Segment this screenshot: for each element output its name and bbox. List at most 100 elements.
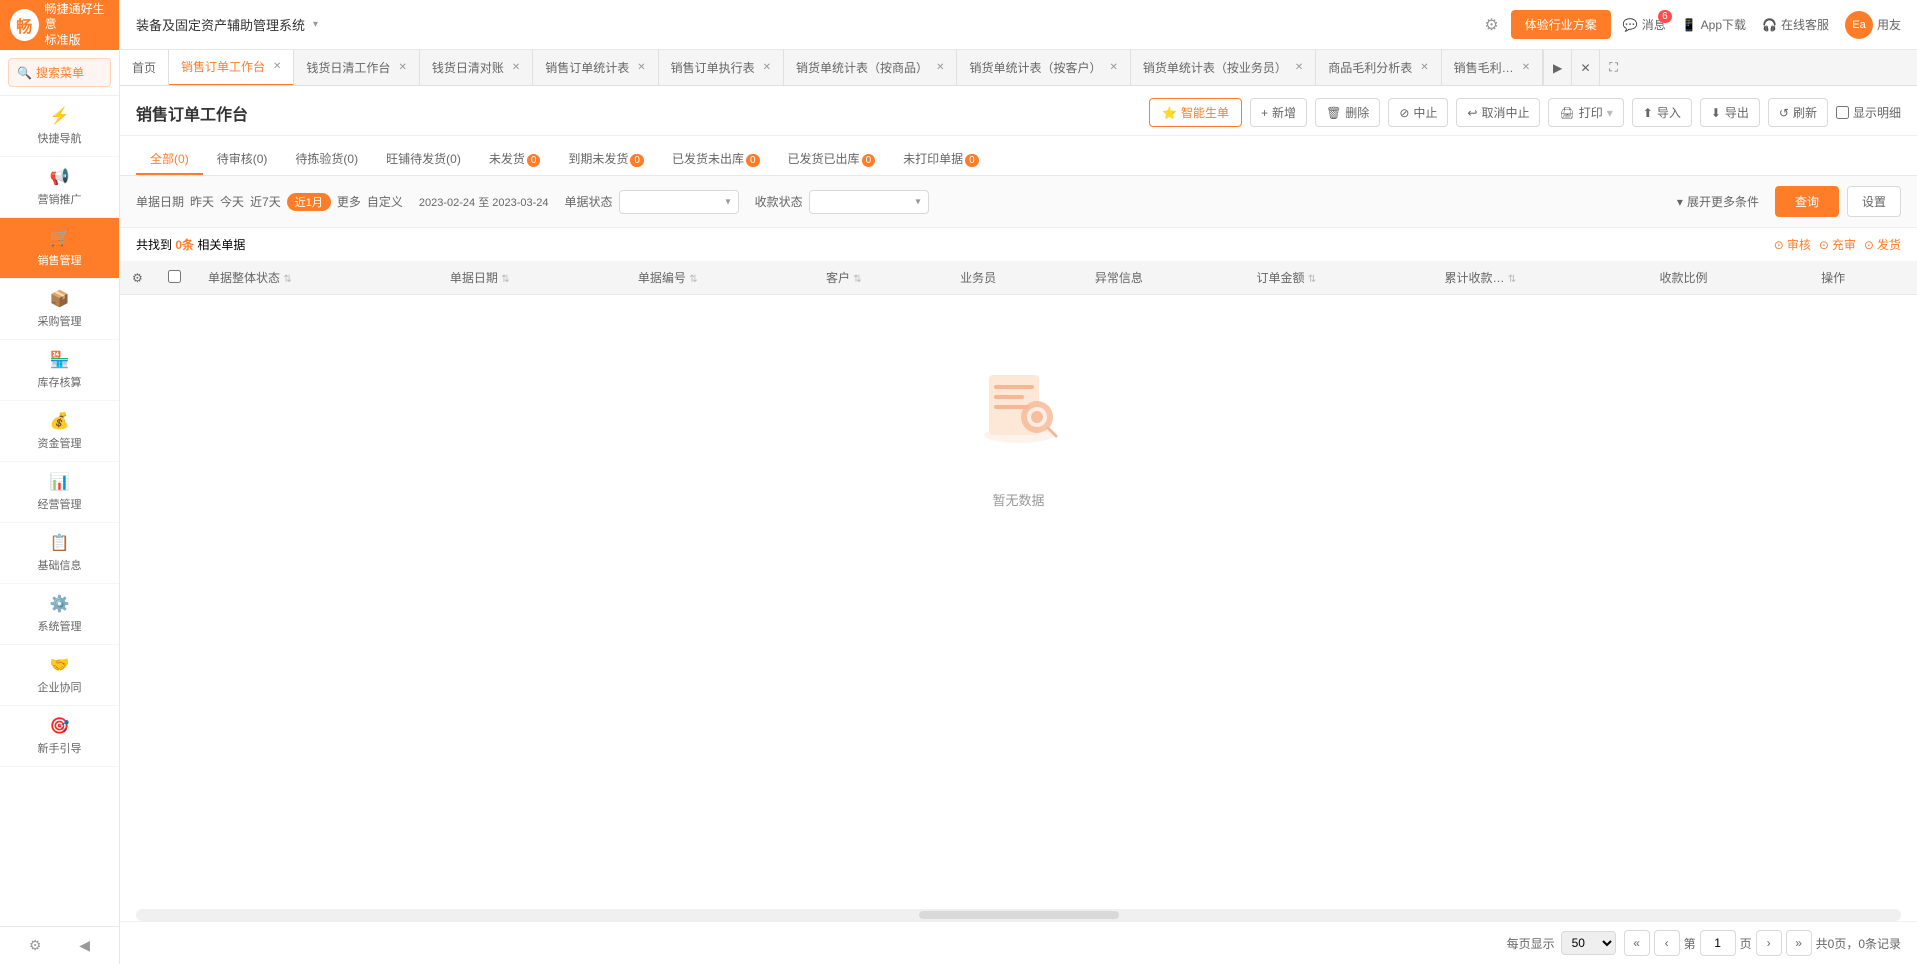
last-page-button[interactable]: » <box>1786 930 1812 956</box>
delete-button[interactable]: 🗑 删除 <box>1315 98 1380 127</box>
add-button[interactable]: + 新增 <box>1250 98 1307 127</box>
tab-gross-margin[interactable]: 商品毛利分析表 ✕ <box>1316 50 1441 86</box>
sidebar-item-enterprise[interactable]: 🤝 企业协同 <box>0 645 119 706</box>
export-button[interactable]: ⬇ 导出 <box>1700 98 1760 127</box>
tab-cash-reconcile[interactable]: 钱货日清对账 ✕ <box>420 50 533 86</box>
tab-sales-stats-product[interactable]: 销货单统计表（按商品） ✕ <box>784 50 957 86</box>
subtab-shipped-out[interactable]: 已发货已出库0 <box>774 144 890 175</box>
user-menu-button[interactable]: Ea 用友 <box>1845 11 1901 39</box>
subtab-all[interactable]: 全部(0) <box>136 144 203 175</box>
stop-button[interactable]: ⊘ 中止 <box>1388 98 1448 127</box>
tab-nav-more-button[interactable]: ▶ <box>1543 50 1571 86</box>
tab-cash-daily[interactable]: 钱货日清工作台 ✕ <box>294 50 419 86</box>
filter-setting-button[interactable]: 设置 <box>1847 186 1901 217</box>
table-scroll-container[interactable]: ⚙ 单据整体状态 ⇅ 单据日期 ⇅ <box>120 261 1917 909</box>
tab-close-stats-customer[interactable]: ✕ <box>1109 62 1117 73</box>
show-detail-checkbox[interactable]: 显示明细 <box>1836 104 1901 121</box>
tab-close-sales-profit[interactable]: ✕ <box>1522 62 1530 73</box>
tab-close-gross-margin[interactable]: ✕ <box>1420 62 1428 73</box>
subtab-pending-review[interactable]: 待审核(0) <box>203 144 282 175</box>
subtab-wangpu-ship[interactable]: 旺铺待发货(0) <box>372 144 475 175</box>
cancel-stop-button[interactable]: ↩ 取消中止 <box>1456 98 1540 127</box>
sidebar-item-operations[interactable]: 📊 经营管理 <box>0 462 119 523</box>
shipped-out-badge: 0 <box>862 154 876 167</box>
message-button[interactable]: 💬 消息 6 <box>1623 16 1666 33</box>
topbar-settings-icon[interactable]: ⚙ <box>1484 15 1498 35</box>
smart-generate-button[interactable]: ⭐ 智能生单 <box>1149 98 1242 127</box>
doc-no-sort-icon[interactable]: ⇅ <box>689 274 697 285</box>
subtab-shipped-not-out[interactable]: 已发货未出库0 <box>658 144 774 175</box>
filter-status-select[interactable] <box>619 190 739 214</box>
doc-status-sort-icon[interactable]: ⇅ <box>283 274 291 285</box>
tab-close-sales-exec[interactable]: ✕ <box>763 62 771 73</box>
topbar-actions: 💬 消息 6 📱 App下载 🎧 在线客服 Ea 用友 <box>1623 11 1901 39</box>
tab-nav-fullscreen-button[interactable]: ⛶ <box>1599 50 1627 86</box>
tab-sales-order-workbench[interactable]: 销售订单工作台 ✕ <box>169 50 294 86</box>
page-number-input[interactable] <box>1700 930 1736 956</box>
refresh-button[interactable]: ↺ 刷新 <box>1768 98 1828 127</box>
sidebar-item-quick-nav[interactable]: ⚡ 快捷导航 <box>0 96 119 157</box>
next-page-button[interactable]: › <box>1756 930 1782 956</box>
sidebar-item-inventory[interactable]: 🏪 库存核算 <box>0 340 119 401</box>
tab-nav-close-button[interactable]: ✕ <box>1571 50 1599 86</box>
sidebar-item-system[interactable]: ⚙️ 系统管理 <box>0 584 119 645</box>
order-amount-sort-icon[interactable]: ⇅ <box>1308 274 1316 285</box>
online-service-button[interactable]: 🎧 在线客服 <box>1762 16 1829 33</box>
tab-sales-stats-customer[interactable]: 销货单统计表（按客户） ✕ <box>957 50 1130 86</box>
tab-sales-profit[interactable]: 销售毛利… ✕ <box>1442 50 1543 86</box>
filter-date-more[interactable]: 更多 <box>337 193 361 211</box>
quick-audit-button[interactable]: ⊙ 审核 <box>1774 236 1811 253</box>
subtab-overdue-not-shipped[interactable]: 到期未发货0 <box>554 144 658 175</box>
subtab-not-shipped[interactable]: 未发货0 <box>475 144 555 175</box>
filter-payment-select[interactable] <box>809 190 929 214</box>
accum-payment-sort-icon[interactable]: ⇅ <box>1508 274 1516 285</box>
topbar-dropdown-icon[interactable]: ▾ <box>313 19 318 30</box>
industry-solution-button[interactable]: 体验行业方案 <box>1511 10 1611 39</box>
tab-close-stats-product[interactable]: ✕ <box>936 62 944 73</box>
settings-footer-button[interactable]: ⚙ <box>29 937 42 954</box>
select-all-checkbox[interactable] <box>168 270 181 283</box>
tab-close-cash-reconcile[interactable]: ✕ <box>512 62 520 73</box>
subtab-pending-inspect[interactable]: 待拣验货(0) <box>281 144 372 175</box>
collapse-sidebar-button[interactable]: ◀ <box>79 937 90 954</box>
tab-sales-stats-staff[interactable]: 销货单统计表（按业务员） ✕ <box>1131 50 1316 86</box>
tab-close-cash-daily[interactable]: ✕ <box>398 62 406 73</box>
customer-sort-icon[interactable]: ⇅ <box>853 274 861 285</box>
quick-revoke-button[interactable]: ⊙ 充审 <box>1819 236 1856 253</box>
filter-date-today[interactable]: 今天 <box>220 193 244 211</box>
expand-filter-button[interactable]: ▾ 展开更多条件 <box>1677 193 1759 210</box>
search-menu-button[interactable]: 🔍 搜索菜单 <box>8 58 111 87</box>
tab-close-sales-stats[interactable]: ✕ <box>637 62 645 73</box>
sidebar-item-guide[interactable]: 🎯 新手引导 <box>0 706 119 767</box>
sidebar-item-basic[interactable]: 📋 基础信息 <box>0 523 119 584</box>
tab-close-stats-staff[interactable]: ✕ <box>1295 62 1303 73</box>
query-button[interactable]: 查询 <box>1775 186 1839 217</box>
sales-icon: 🛒 <box>50 228 70 248</box>
import-button[interactable]: ⬆ 导入 <box>1632 98 1692 127</box>
horizontal-scrollbar[interactable] <box>136 909 1901 921</box>
sidebar-item-finance[interactable]: 💰 资金管理 <box>0 401 119 462</box>
subtab-not-printed[interactable]: 未打印单据0 <box>889 144 993 175</box>
sidebar-item-sales[interactable]: 🛒 销售管理 <box>0 218 119 279</box>
first-page-button[interactable]: « <box>1624 930 1650 956</box>
page-size-select[interactable]: 20 50 100 <box>1561 931 1616 955</box>
scrollbar-thumb[interactable] <box>919 911 1119 919</box>
cancel-stop-icon: ↩ <box>1467 106 1477 120</box>
print-button[interactable]: 🖨 打印 ▾ <box>1548 98 1623 127</box>
show-detail-input[interactable] <box>1836 106 1849 119</box>
sidebar-item-marketing[interactable]: 📢 营销推广 <box>0 157 119 218</box>
filter-date-7days[interactable]: 近7天 <box>250 193 281 211</box>
filter-date-custom[interactable]: 自定义 <box>367 193 403 211</box>
tab-close-sales-order[interactable]: ✕ <box>273 61 281 72</box>
app-download-button[interactable]: 📱 App下载 <box>1682 16 1746 33</box>
tab-sales-exec[interactable]: 销售订单执行表 ✕ <box>659 50 784 86</box>
filter-date-1month[interactable]: 近1月 <box>287 193 331 211</box>
sidebar-item-purchase[interactable]: 📦 采购管理 <box>0 279 119 340</box>
settings-col-icon[interactable]: ⚙ <box>132 271 143 285</box>
prev-page-button[interactable]: ‹ <box>1654 930 1680 956</box>
filter-date-yesterday[interactable]: 昨天 <box>190 193 214 211</box>
tab-home[interactable]: 首页 <box>120 50 169 86</box>
quick-send-button[interactable]: ⊙ 发货 <box>1864 236 1901 253</box>
doc-date-sort-icon[interactable]: ⇅ <box>501 274 509 285</box>
tab-sales-stats[interactable]: 销售订单统计表 ✕ <box>533 50 658 86</box>
